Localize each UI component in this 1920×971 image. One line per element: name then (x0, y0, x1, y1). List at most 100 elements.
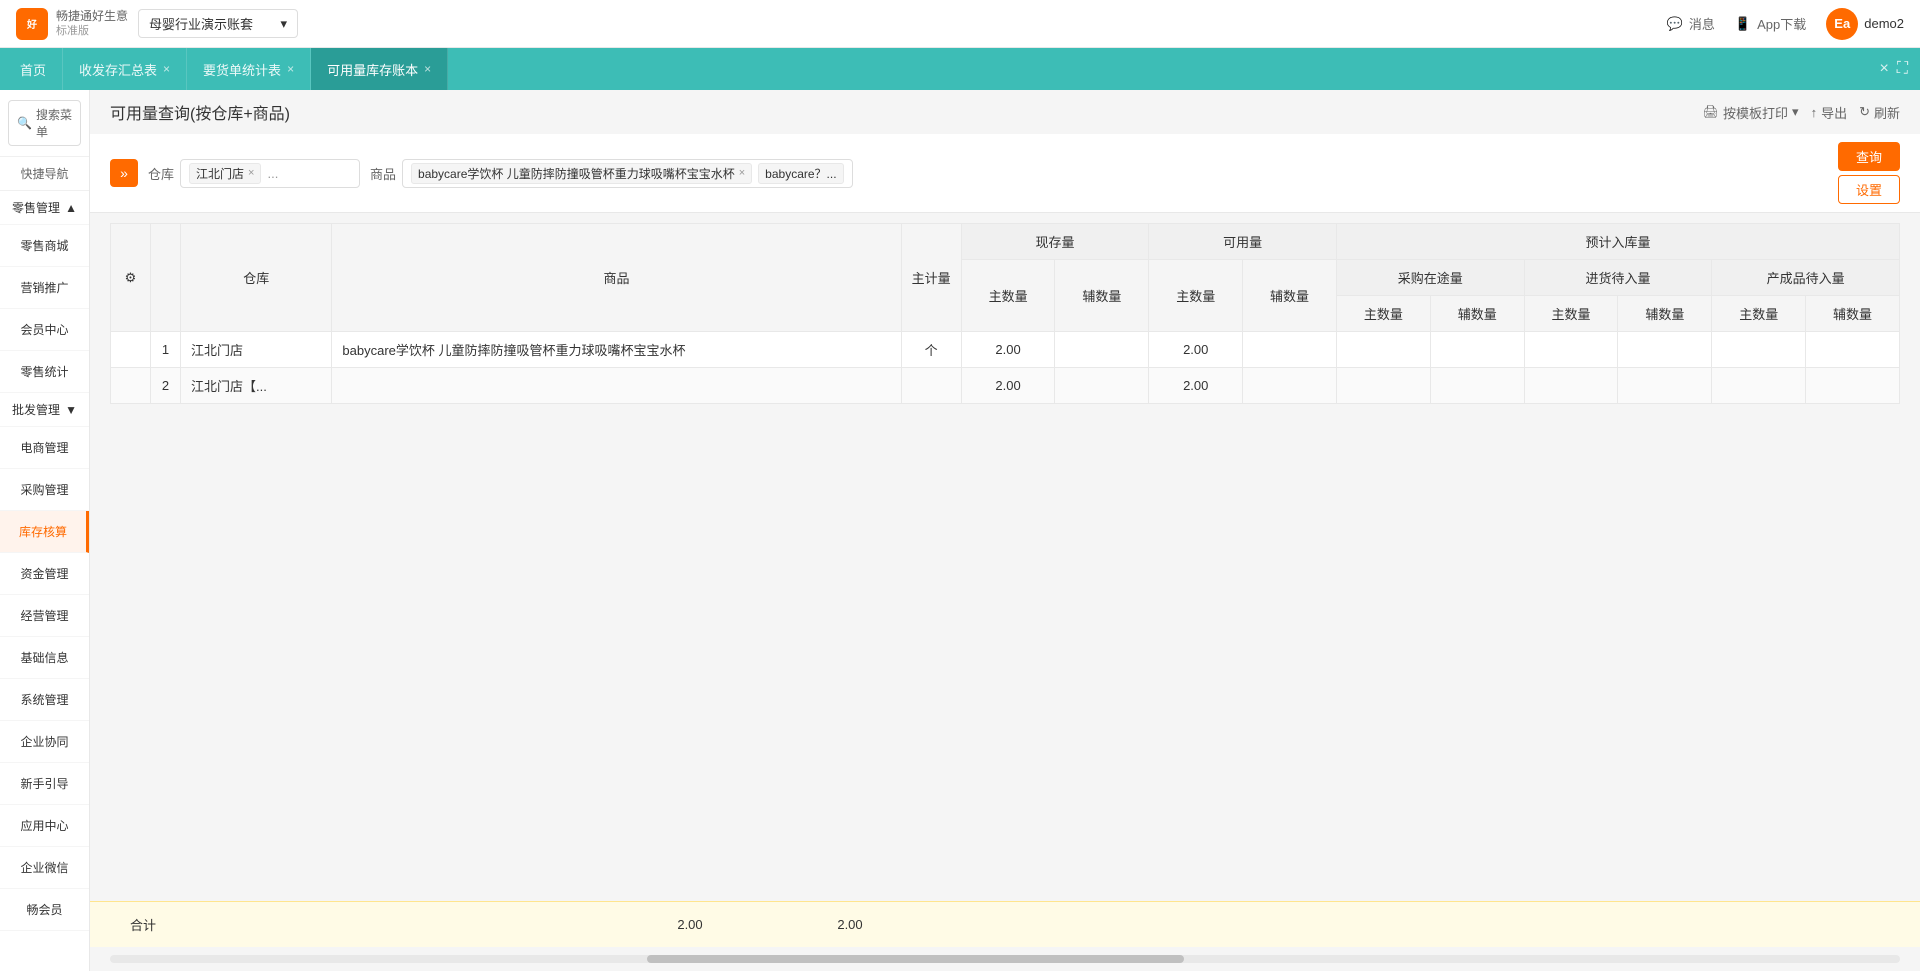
row-product: babycare学饮杯 儿童防摔防撞吸管杯重力球吸嘴杯宝宝水杯 (332, 332, 901, 368)
summary-avail-main: 2.00 (810, 917, 890, 932)
logo-icon: 好 (16, 8, 48, 40)
th-current-aux: 辅数量 (1055, 260, 1149, 332)
sidebar-item-retail-stats[interactable]: 零售统计 (0, 351, 89, 393)
search-menu-button[interactable]: 🔍 搜索菜单 (8, 100, 81, 146)
row-pur-transit-aux (1430, 332, 1524, 368)
row-current-main: 2.00 (961, 368, 1055, 404)
filter-expand-button[interactable]: » (110, 159, 138, 187)
user-name: demo2 (1864, 16, 1904, 31)
row-pur-transit-main (1336, 368, 1430, 404)
tab-available-stock[interactable]: 可用量库存账本 × (311, 48, 448, 90)
sidebar: 🔍 搜索菜单 快捷导航 零售管理 ▲ 零售商城 营销推广 会员中心 零售统计 批… (0, 90, 90, 971)
row-current-aux (1055, 332, 1149, 368)
row-warehouse: 江北门店 (181, 332, 332, 368)
sidebar-item-wholesale-mgmt[interactable]: 批发管理 ▼ (0, 393, 89, 427)
row-pur-pending-main (1524, 368, 1618, 404)
table-container[interactable]: ⚙ 仓库 商品 主计量 现存量 (90, 213, 1920, 901)
sidebar-item-new-guide[interactable]: 新手引导 (0, 763, 89, 805)
sidebar-item-app-center[interactable]: 应用中心 (0, 805, 89, 847)
row-prod-pending-main (1712, 332, 1806, 368)
close-all-tabs-button[interactable]: × (1879, 60, 1888, 78)
sidebar-item-operations[interactable]: 经营管理 (0, 595, 89, 637)
row-product (332, 368, 901, 404)
th-settings[interactable]: ⚙ (111, 224, 151, 332)
row-current-main: 2.00 (961, 332, 1055, 368)
product-label: 商品 (370, 164, 396, 183)
warehouse-input[interactable]: 江北门店 × ... (180, 159, 360, 188)
th-prod-pending-main: 主数量 (1712, 296, 1806, 332)
tab-order-stats[interactable]: 要货单统计表 × (187, 48, 311, 90)
app-download-button[interactable]: 📱 App下载 (1735, 14, 1806, 33)
row-prod-pending-aux (1806, 368, 1900, 404)
warehouse-label: 仓库 (148, 164, 174, 183)
print-template-button[interactable]: 🖨 按模板打印 ▾ (1703, 103, 1799, 122)
row-prod-pending-main (1712, 368, 1806, 404)
th-pur-transit-main: 主数量 (1336, 296, 1430, 332)
th-current-stock: 现存量 (961, 224, 1149, 260)
sidebar-item-retail-mall[interactable]: 零售商城 (0, 225, 89, 267)
close-tab-receipt[interactable]: × (163, 63, 170, 75)
product-filter-group: 商品 babycare学饮杯 儿童防摔防撞吸管杯重力球吸嘴杯宝宝水杯 × bab… (370, 159, 853, 188)
inventory-table: ⚙ 仓库 商品 主计量 现存量 (110, 223, 1900, 404)
warehouse-ellipsis[interactable]: ... (267, 166, 278, 181)
message-button[interactable]: 💬 消息 (1667, 14, 1715, 33)
query-button[interactable]: 查询 (1838, 142, 1900, 171)
summary-current-main: 2.00 (650, 917, 730, 932)
product-tag-1[interactable]: babycare学饮杯 儿童防摔防撞吸管杯重力球吸嘴杯宝宝水杯 × (411, 163, 752, 184)
sidebar-item-marketing[interactable]: 营销推广 (0, 267, 89, 309)
th-purchase-transit: 采购在途量 (1336, 260, 1524, 296)
product-tag-2[interactable]: babycare？... (758, 163, 843, 184)
horizontal-scrollbar[interactable] (90, 947, 1920, 971)
sidebar-item-ecommerce[interactable]: 电商管理 (0, 427, 89, 469)
export-button[interactable]: ↑ 导出 (1811, 103, 1848, 122)
print-icon: 🖨 (1703, 104, 1720, 120)
avatar: Ea (1826, 8, 1858, 40)
sidebar-item-member[interactable]: 会员中心 (0, 309, 89, 351)
sidebar-item-purchase[interactable]: 采购管理 (0, 469, 89, 511)
sidebar-item-wechat[interactable]: 企业微信 (0, 847, 89, 889)
row-pur-transit-main (1336, 332, 1430, 368)
top-bar: 好 畅捷通好生意 标准版 母婴行业演示账套 ▾ 💬 消息 📱 App下载 Ea … (0, 0, 1920, 48)
tab-receipt-summary[interactable]: 收发存汇总表 × (63, 48, 187, 90)
template-selector[interactable]: 母婴行业演示账套 ▾ (138, 9, 298, 38)
export-icon: ↑ (1811, 105, 1818, 120)
tab-home[interactable]: 首页 (4, 48, 63, 90)
row-pur-pending-main (1524, 332, 1618, 368)
sidebar-item-member2[interactable]: 畅会员 (0, 889, 89, 931)
row-settings (111, 332, 151, 368)
refresh-button[interactable]: ↻ 刷新 (1859, 103, 1900, 122)
warehouse-filter-group: 仓库 江北门店 × ... (148, 159, 360, 188)
remove-product-tag-1[interactable]: × (739, 167, 745, 179)
user-area[interactable]: Ea demo2 (1826, 8, 1904, 40)
scroll-thumb[interactable] (647, 955, 1184, 963)
sidebar-item-basic-info[interactable]: 基础信息 (0, 637, 89, 679)
row-pur-pending-aux (1618, 332, 1712, 368)
summary-label: 合计 (110, 915, 310, 934)
th-planned-in: 预计入库量 (1336, 224, 1899, 260)
sidebar-item-system[interactable]: 系统管理 (0, 679, 89, 721)
top-bar-right: 💬 消息 📱 App下载 Ea demo2 (1667, 8, 1904, 40)
close-tab-available[interactable]: × (424, 63, 431, 75)
remove-warehouse-tag[interactable]: × (248, 167, 254, 179)
settings-button[interactable]: 设置 (1838, 175, 1900, 204)
print-chevron-icon: ▾ (1792, 104, 1799, 120)
th-warehouse: 仓库 (181, 224, 332, 332)
row-avail-main: 2.00 (1149, 332, 1243, 368)
row-avail-aux (1243, 332, 1337, 368)
sidebar-item-inventory[interactable]: 库存核算 (0, 511, 89, 553)
th-pur-transit-aux: 辅数量 (1430, 296, 1524, 332)
sidebar-item-finance[interactable]: 资金管理 (0, 553, 89, 595)
product-input[interactable]: babycare学饮杯 儿童防摔防撞吸管杯重力球吸嘴杯宝宝水杯 × babyca… (402, 159, 853, 188)
message-icon: 💬 (1667, 16, 1683, 32)
th-current-main: 主数量 (961, 260, 1055, 332)
warehouse-tag[interactable]: 江北门店 × (189, 163, 261, 184)
close-tab-order[interactable]: × (287, 63, 294, 75)
scroll-track[interactable] (110, 955, 1900, 963)
refresh-icon: ↻ (1859, 104, 1870, 120)
sidebar-item-quick-nav[interactable]: 快捷导航 (0, 157, 89, 191)
sidebar-item-retail-mgmt[interactable]: 零售管理 ▲ (0, 191, 89, 225)
maximize-button[interactable]: ⛶ (1897, 60, 1908, 78)
sidebar-item-enterprise[interactable]: 企业协同 (0, 721, 89, 763)
row-avail-main: 2.00 (1149, 368, 1243, 404)
th-main-unit: 主计量 (901, 224, 961, 332)
